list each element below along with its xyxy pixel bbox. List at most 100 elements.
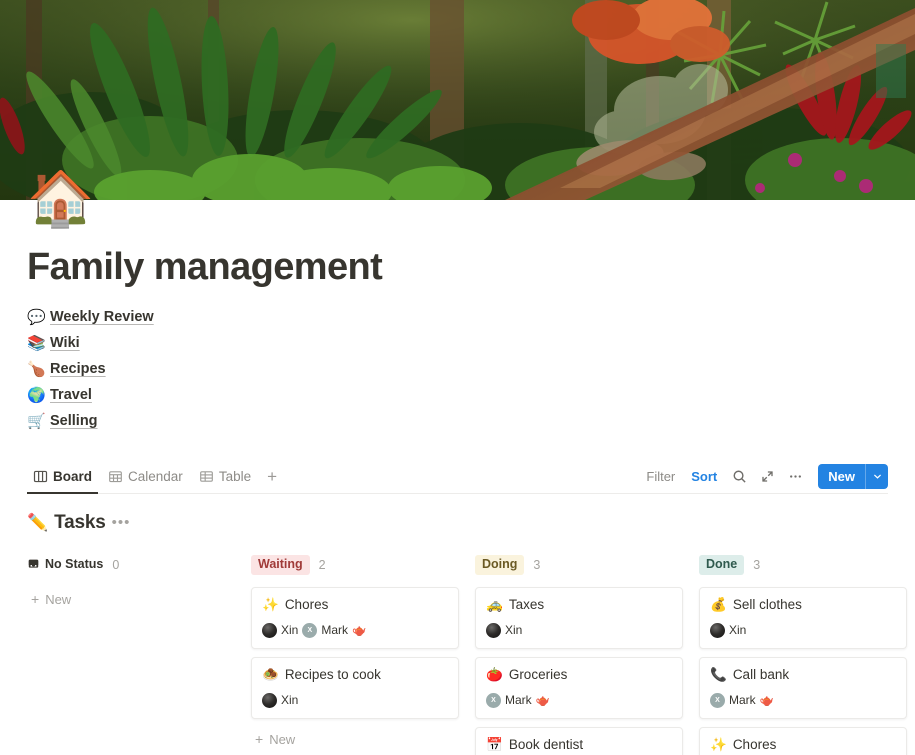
column-card-count: 2: [318, 557, 326, 572]
assignee: X Mark 🫖: [486, 692, 550, 708]
column-header[interactable]: Doing 3: [475, 554, 683, 576]
column-name-label: No Status: [45, 556, 104, 571]
column-new-card-button[interactable]: + New: [251, 727, 459, 752]
sort-button[interactable]: Sort: [684, 466, 724, 487]
more-options-icon[interactable]: [782, 464, 808, 490]
column-header[interactable]: No Status 0: [27, 554, 235, 576]
card-title-row: 🧆 Recipes to cook: [262, 667, 448, 683]
database-title[interactable]: Tasks: [54, 512, 106, 534]
assignee-name: Xin: [729, 623, 747, 638]
column-header[interactable]: Waiting 2: [251, 554, 459, 576]
page-icon[interactable]: 🏠: [27, 168, 94, 230]
assignee: Xin: [710, 622, 747, 638]
database-more-icon[interactable]: •••: [112, 514, 131, 531]
chevron-down-icon[interactable]: [866, 464, 888, 489]
toolbar-actions: Filter Sort New: [639, 460, 888, 494]
plus-icon: +: [255, 731, 264, 748]
card-title-label: Chores: [732, 737, 777, 753]
search-icon[interactable]: [726, 464, 752, 490]
page-link-label[interactable]: Travel: [50, 387, 92, 403]
card-title-row: 📅 Book dentist: [486, 737, 672, 753]
page-link-travel[interactable]: 🌍 Travel: [27, 382, 888, 408]
card-assignees: X Mark 🫖: [486, 692, 672, 708]
card-emoji-icon: ✨: [710, 736, 727, 752]
board-card[interactable]: 📞 Call bank X Mark 🫖: [699, 656, 907, 719]
page-link-label[interactable]: Wiki: [50, 335, 80, 351]
globe-icon: 🌍: [27, 386, 46, 404]
page-link-label[interactable]: Weekly Review: [50, 309, 154, 325]
database-title-row: ✏️ Tasks •••: [27, 510, 888, 536]
table-icon: [199, 469, 214, 484]
board-card[interactable]: 📅Book dentistXMark🫖: [475, 726, 683, 755]
tab-table[interactable]: Table: [193, 459, 257, 493]
board-card[interactable]: 🚕 Taxes Xin: [475, 586, 683, 649]
card-emoji-icon: 💰: [710, 596, 727, 612]
view-tabs: Board Calendar Table +: [27, 459, 283, 495]
board-card[interactable]: 💰 Sell clothes Xin: [699, 586, 907, 649]
board-card[interactable]: ✨ChoresXinXMark🫖: [251, 586, 459, 649]
books-icon: 📚: [27, 334, 46, 352]
page-link-recipes[interactable]: 🍗 Recipes: [27, 356, 888, 382]
board-column-done: Done 3 💰 Sell clothes Xin 📞 Call bank X Mark 🫖 ✨ Ch…: [699, 554, 907, 755]
column-status-badge: Waiting: [251, 554, 310, 575]
column-card-count: 3: [753, 557, 761, 572]
assignee-name: Mark: [729, 693, 756, 708]
page-links-list: 💬 Weekly Review 📚 Wiki 🍗 Recipes 🌍 Trave…: [27, 304, 888, 434]
card-emoji-icon: 🧆: [262, 666, 279, 682]
board-column-doing: Doing 3 🚕 Taxes Xin 🍅 Groceries X Mark 🫖 📅 Book den…: [475, 554, 683, 755]
cover-illustration: [0, 0, 915, 200]
database-view-toolbar: Board Calendar Table + Filter Sort New: [27, 459, 888, 495]
card-emoji-icon: 🍅: [486, 666, 503, 682]
tab-board[interactable]: Board: [27, 459, 99, 495]
filter-button[interactable]: Filter: [639, 466, 682, 487]
column-new-card-button[interactable]: + New: [27, 587, 235, 612]
assignee-name: Xin: [281, 623, 299, 638]
page-link-label[interactable]: Selling: [50, 413, 98, 429]
card-title-row: 🚕 Taxes: [486, 597, 672, 613]
column-card-count: 3: [533, 557, 541, 572]
card-title-label: Recipes to cook: [284, 667, 381, 683]
card-assignees: Xin: [262, 692, 448, 708]
poultry-leg-icon: 🍗: [27, 360, 46, 378]
column-header[interactable]: Done 3: [699, 554, 907, 576]
column-status-badge: Doing: [475, 554, 525, 575]
column-status-badge: No Status: [27, 557, 103, 573]
board-card[interactable]: 🧆 Recipes to cook Xin: [251, 656, 459, 719]
avatar: X: [302, 622, 318, 638]
page-link-label[interactable]: Recipes: [50, 361, 106, 377]
card-title-label: Call bank: [732, 667, 790, 683]
assignee-name: Xin: [505, 623, 523, 638]
new-button[interactable]: New: [818, 464, 888, 490]
add-view-button[interactable]: +: [261, 468, 283, 485]
assignee: Xin: [486, 622, 523, 638]
avatar: [710, 622, 725, 638]
assignee-emoji-icon: 🫖: [352, 625, 367, 638]
column-card-count: 0: [112, 557, 120, 572]
board-card[interactable]: ✨ChoresXinXMark🫖: [699, 726, 907, 755]
board-column-no-status: No Status 0 + New: [27, 554, 235, 612]
assignee-emoji-icon: 🫖: [535, 695, 550, 708]
card-assignees: Xin: [710, 622, 896, 638]
kanban-board: No Status 0 + New Waiting 2 ✨ Chores Xin X Mark 🫖 🧆 R…: [27, 554, 907, 755]
card-emoji-icon: 📞: [710, 666, 727, 682]
board-column-waiting: Waiting 2 ✨ Chores Xin X Mark 🫖 🧆 Recipes to cook…: [251, 554, 459, 752]
page-link-weekly-review[interactable]: 💬 Weekly Review: [27, 304, 888, 330]
avatar: [262, 692, 277, 708]
expand-icon[interactable]: [754, 464, 780, 490]
pencil-icon: ✏️: [27, 512, 49, 532]
new-button-label: New: [828, 469, 855, 485]
page-link-wiki[interactable]: 📚 Wiki: [27, 330, 888, 356]
speech-balloon-icon: 💬: [27, 308, 46, 326]
board-card[interactable]: 🍅 Groceries X Mark 🫖: [475, 656, 683, 719]
card-assignees: X Mark 🫖: [710, 692, 896, 708]
assignee: X Mark 🫖: [710, 692, 774, 708]
assignee-name: Mark: [505, 693, 532, 708]
page-link-selling[interactable]: 🛒 Selling: [27, 408, 888, 434]
page-cover-image[interactable]: [0, 0, 915, 200]
card-title-row: ✨ Chores: [710, 737, 896, 753]
card-assignees: Xin X Mark 🫖: [262, 622, 448, 638]
avatar: X: [710, 692, 725, 708]
tab-calendar[interactable]: Calendar: [102, 459, 189, 493]
new-card-label: New: [45, 591, 72, 607]
plus-icon: +: [31, 591, 40, 608]
